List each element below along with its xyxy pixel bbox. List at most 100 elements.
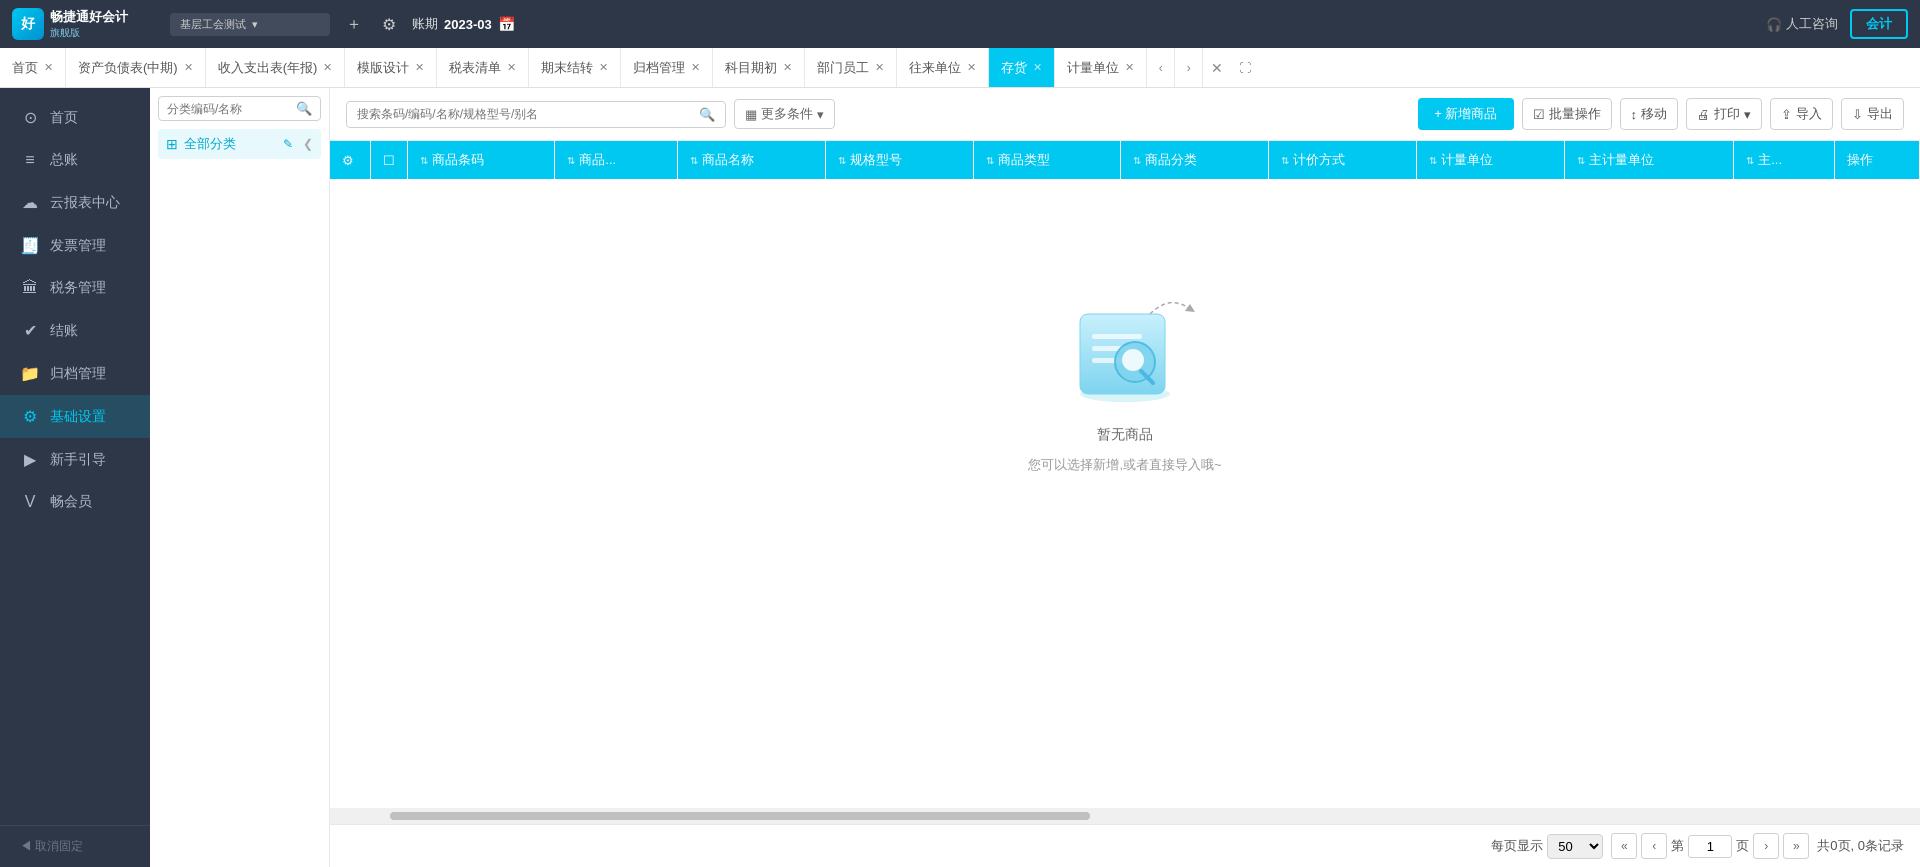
all-category-item[interactable]: ⊞ 全部分类 ✎ ❮: [158, 129, 321, 159]
import-button[interactable]: ⇪ 导入: [1770, 98, 1833, 130]
move-icon: ↕: [1631, 107, 1638, 122]
tab-next-button[interactable]: ›: [1175, 48, 1203, 88]
col-main-abbr[interactable]: ⇅主...: [1734, 141, 1835, 179]
header-actions: ＋ ⚙: [342, 10, 400, 39]
tab-close-unit[interactable]: ✕: [1125, 61, 1134, 74]
tax-icon: 🏛: [20, 279, 40, 297]
col-main-unit[interactable]: ⇅主计量单位: [1564, 141, 1733, 179]
tab-assets[interactable]: 资产负债表(中期) ✕: [66, 48, 206, 88]
settings-button[interactable]: ⚙: [378, 11, 400, 38]
sidebar-item-archive[interactable]: 📁 归档管理: [0, 352, 150, 395]
workspace-selector[interactable]: 基层工会测试 ▾: [170, 13, 330, 36]
tab-contacts[interactable]: 往来单位 ✕: [897, 48, 989, 88]
tab-period-transfer[interactable]: 期末结转 ✕: [529, 48, 621, 88]
sidebar-item-home[interactable]: ⊙ 首页: [0, 96, 150, 139]
col-barcode[interactable]: ⇅商品条码: [407, 141, 555, 179]
add-tab-button[interactable]: ＋: [342, 10, 366, 39]
tab-template[interactable]: 模版设计 ✕: [345, 48, 437, 88]
product-search-input[interactable]: [357, 107, 693, 121]
table-scrollbar[interactable]: [330, 808, 1920, 824]
tab-close-period[interactable]: ✕: [599, 61, 608, 74]
col-spec[interactable]: ⇅规格型号: [825, 141, 973, 179]
export-button[interactable]: ⇩ 导出: [1841, 98, 1904, 130]
tab-unit[interactable]: 计量单位 ✕: [1055, 48, 1147, 88]
sidebar-item-checkout[interactable]: ✔ 结账: [0, 309, 150, 352]
pagination-bar: 每页显示 10 20 50 100 « ‹ 第 页: [330, 824, 1920, 867]
last-page-btn[interactable]: »: [1783, 833, 1809, 859]
tab-close-archive[interactable]: ✕: [691, 61, 700, 74]
tab-income[interactable]: 收入支出表(年报) ✕: [206, 48, 346, 88]
col-name[interactable]: ⇅商品名称: [677, 141, 825, 179]
tab-close-contacts[interactable]: ✕: [967, 61, 976, 74]
chevron-down-icon: ▾: [817, 107, 824, 122]
tab-close-department[interactable]: ✕: [875, 61, 884, 74]
tab-close-subject[interactable]: ✕: [783, 61, 792, 74]
tab-close-template[interactable]: ✕: [415, 61, 424, 74]
membership-icon: V: [20, 493, 40, 511]
next-page-btn[interactable]: ›: [1753, 833, 1779, 859]
right-content: 🔍 ▦ 更多条件 ▾ + 新增商品 ☑ 批量操作 ↕ 移动: [330, 88, 1920, 867]
calendar-icon[interactable]: 📅: [498, 16, 515, 32]
empty-state-subtitle: 您可以选择新增,或者直接导入哦~: [1028, 456, 1221, 474]
move-button[interactable]: ↕ 移动: [1620, 98, 1679, 130]
svg-point-7: [1122, 349, 1144, 371]
page-size-selector[interactable]: 每页显示 10 20 50 100: [1491, 834, 1603, 859]
category-search-box[interactable]: 🔍: [158, 96, 321, 121]
logo-icon: 好: [12, 8, 44, 40]
col-unit[interactable]: ⇅计量单位: [1417, 141, 1565, 179]
tab-homepage[interactable]: 首页 ✕: [0, 48, 66, 88]
col-type[interactable]: ⇅商品类型: [973, 141, 1121, 179]
right-header: 🎧 人工咨询 会计: [1766, 9, 1908, 39]
tab-close-income[interactable]: ✕: [323, 61, 332, 74]
sidebar-collapse-btn[interactable]: ◀ 取消固定: [0, 825, 150, 867]
tab-close-homepage[interactable]: ✕: [44, 61, 53, 74]
batch-ops-button[interactable]: ☑ 批量操作: [1522, 98, 1612, 130]
collapse-panel-btn[interactable]: ❮: [303, 137, 313, 151]
logo-text: 畅捷通好会计 旗舰版: [50, 8, 128, 40]
guide-icon: ▶: [20, 450, 40, 469]
tab-subject[interactable]: 科目期初 ✕: [713, 48, 805, 88]
first-page-btn[interactable]: «: [1611, 833, 1637, 859]
sidebar-item-invoice[interactable]: 🧾 发票管理: [0, 224, 150, 267]
tab-close-assets[interactable]: ✕: [184, 61, 193, 74]
kuaiji-button[interactable]: 会计: [1850, 9, 1908, 39]
edit-icon[interactable]: ✎: [283, 137, 293, 151]
tab-prev-button[interactable]: ‹: [1147, 48, 1175, 88]
more-conditions-btn[interactable]: ▦ 更多条件 ▾: [734, 99, 835, 129]
sidebar-item-membership[interactable]: V 畅会员: [0, 481, 150, 523]
page-number-input[interactable]: [1688, 835, 1732, 858]
top-header: 好 畅捷通好会计 旗舰版 基层工会测试 ▾ ＋ ⚙ 账期 2023-03 📅 🎧…: [0, 0, 1920, 48]
col-code[interactable]: ⇅商品...: [555, 141, 678, 179]
grid-icon: ⊞: [166, 136, 178, 152]
col-category[interactable]: ⇅商品分类: [1121, 141, 1269, 179]
tab-inventory[interactable]: 存货 ✕: [989, 48, 1055, 88]
tab-close-inventory[interactable]: ✕: [1033, 61, 1042, 74]
tab-taxlist[interactable]: 税表清单 ✕: [437, 48, 529, 88]
table-check-header[interactable]: ☐: [370, 141, 407, 179]
tab-expand-button[interactable]: ⛶: [1231, 48, 1259, 88]
table-settings-header[interactable]: ⚙: [330, 141, 370, 179]
category-search-input[interactable]: [167, 102, 292, 116]
accounting-period: 账期 2023-03 📅: [412, 15, 515, 33]
main-layout: ⊙ 首页 ≡ 总账 ☁ 云报表中心 🧾 发票管理 🏛 税务管理 ✔ 结账 📁 归…: [0, 88, 1920, 867]
product-search-bar[interactable]: 🔍: [346, 101, 726, 128]
tab-department[interactable]: 部门员工 ✕: [805, 48, 897, 88]
prev-page-btn[interactable]: ‹: [1641, 833, 1667, 859]
sidebar-item-guide[interactable]: ▶ 新手引导: [0, 438, 150, 481]
print-button[interactable]: 🖨 打印 ▾: [1686, 98, 1762, 130]
customer-service-btn[interactable]: 🎧 人工咨询: [1766, 15, 1838, 33]
add-product-button[interactable]: + 新增商品: [1418, 98, 1513, 130]
sidebar-item-tax[interactable]: 🏛 税务管理: [0, 267, 150, 309]
empty-state-title: 暂无商品: [1097, 426, 1153, 444]
col-pricing[interactable]: ⇅计价方式: [1269, 141, 1417, 179]
tab-close-taxlist[interactable]: ✕: [507, 61, 516, 74]
sidebar-item-ledger[interactable]: ≡ 总账: [0, 139, 150, 181]
scrollbar-thumb[interactable]: [390, 812, 1090, 820]
category-search-icon[interactable]: 🔍: [296, 101, 312, 116]
sidebar-item-cloud-report[interactable]: ☁ 云报表中心: [0, 181, 150, 224]
page-size-select[interactable]: 10 20 50 100: [1547, 834, 1603, 859]
product-search-icon[interactable]: 🔍: [699, 107, 715, 122]
sidebar-item-basic-settings[interactable]: ⚙ 基础设置: [0, 395, 150, 438]
tab-close-all-button[interactable]: ✕: [1203, 48, 1231, 88]
tab-archive[interactable]: 归档管理 ✕: [621, 48, 713, 88]
